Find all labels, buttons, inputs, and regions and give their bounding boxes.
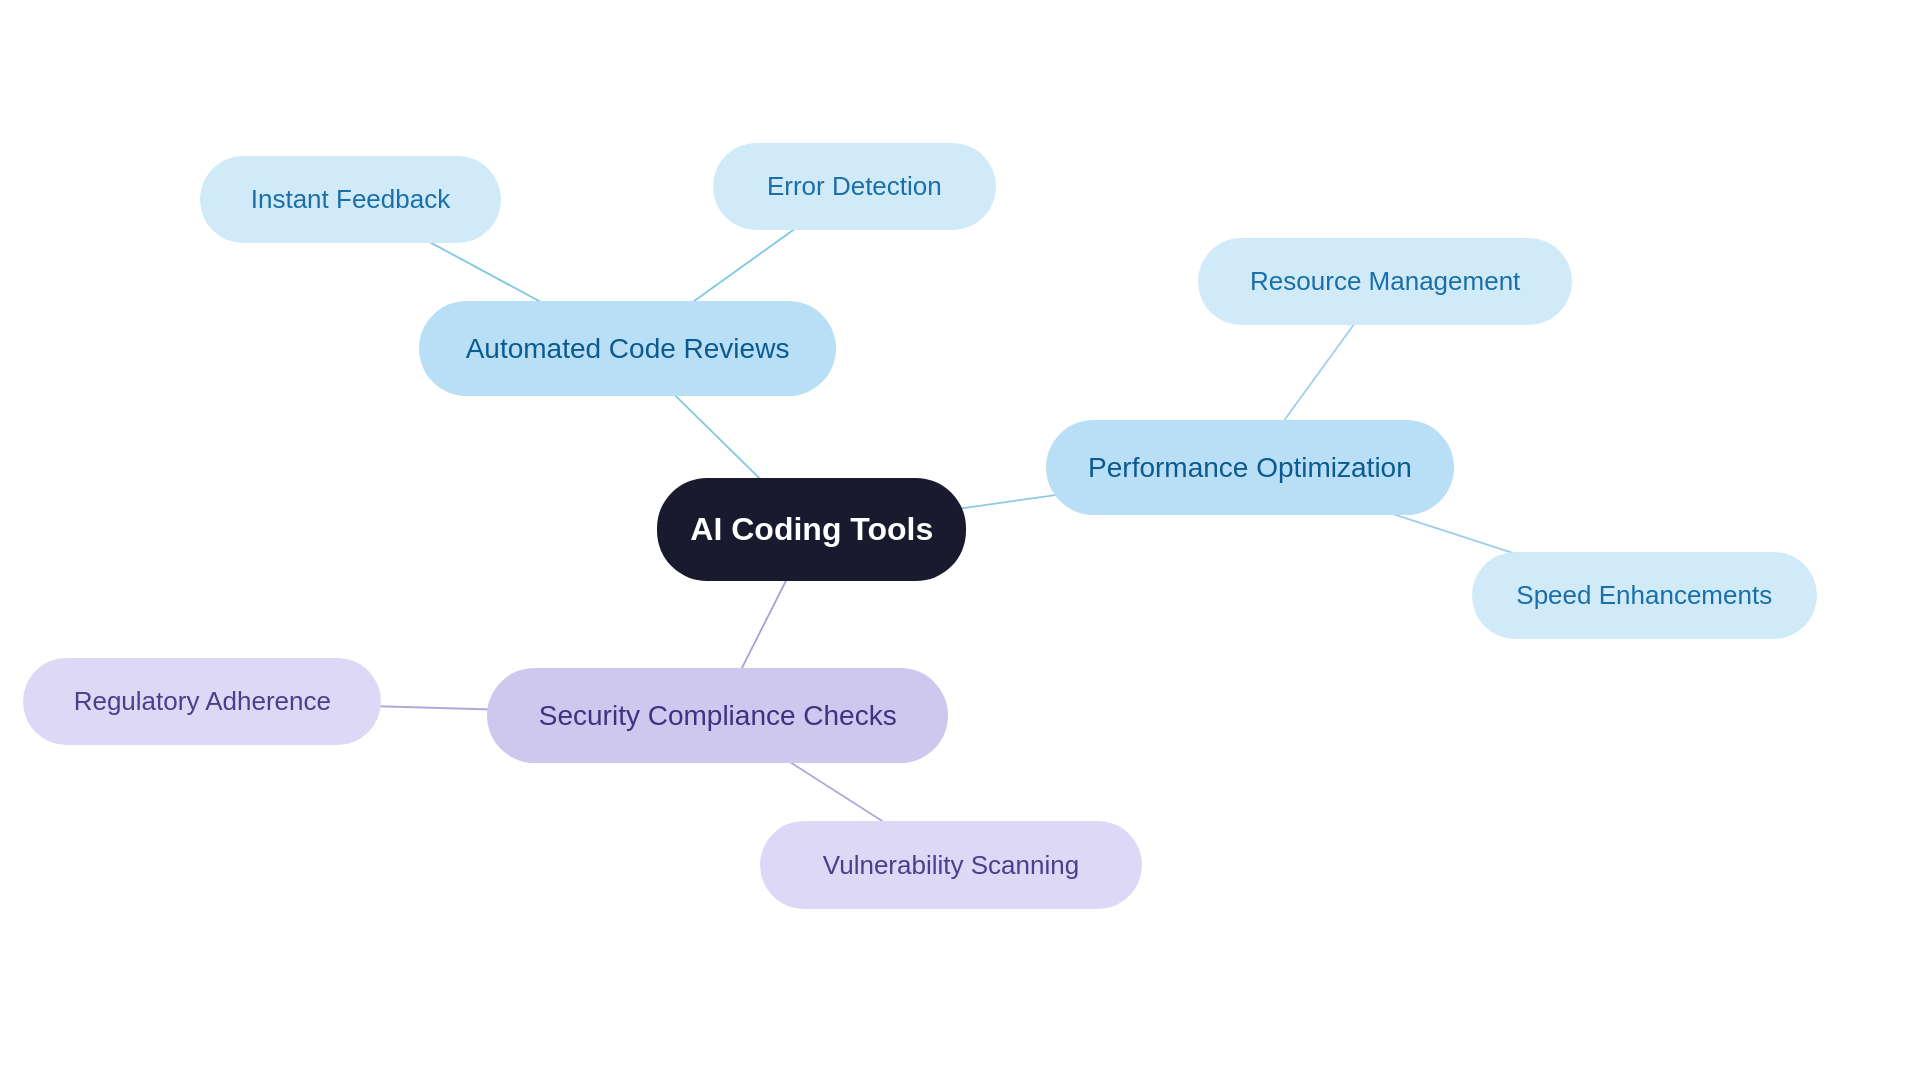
- security-compliance-checks-label: Security Compliance Checks: [539, 700, 897, 732]
- performance-optimization-node: Performance Optimization: [1046, 420, 1453, 515]
- vulnerability-scanning-node: Vulnerability Scanning: [760, 821, 1141, 908]
- security-compliance-checks-node: Security Compliance Checks: [487, 668, 948, 763]
- speed-enhancements-node: Speed Enhancements: [1472, 552, 1817, 639]
- resource-management-label: Resource Management: [1250, 266, 1520, 297]
- instant-feedback-label: Instant Feedback: [251, 184, 450, 215]
- center-label: AI Coding Tools: [690, 511, 933, 548]
- regulatory-adherence-node: Regulatory Adherence: [23, 658, 381, 745]
- automated-code-reviews-label: Automated Code Reviews: [466, 333, 790, 365]
- center-node: AI Coding Tools: [657, 478, 966, 581]
- performance-optimization-label: Performance Optimization: [1088, 452, 1412, 484]
- vulnerability-scanning-label: Vulnerability Scanning: [823, 850, 1079, 881]
- automated-code-reviews-node: Automated Code Reviews: [419, 301, 837, 396]
- speed-enhancements-label: Speed Enhancements: [1516, 580, 1772, 611]
- resource-management-node: Resource Management: [1198, 238, 1572, 325]
- error-detection-node: Error Detection: [713, 143, 996, 230]
- error-detection-label: Error Detection: [767, 171, 942, 202]
- regulatory-adherence-label: Regulatory Adherence: [74, 686, 331, 717]
- instant-feedback-node: Instant Feedback: [200, 156, 502, 243]
